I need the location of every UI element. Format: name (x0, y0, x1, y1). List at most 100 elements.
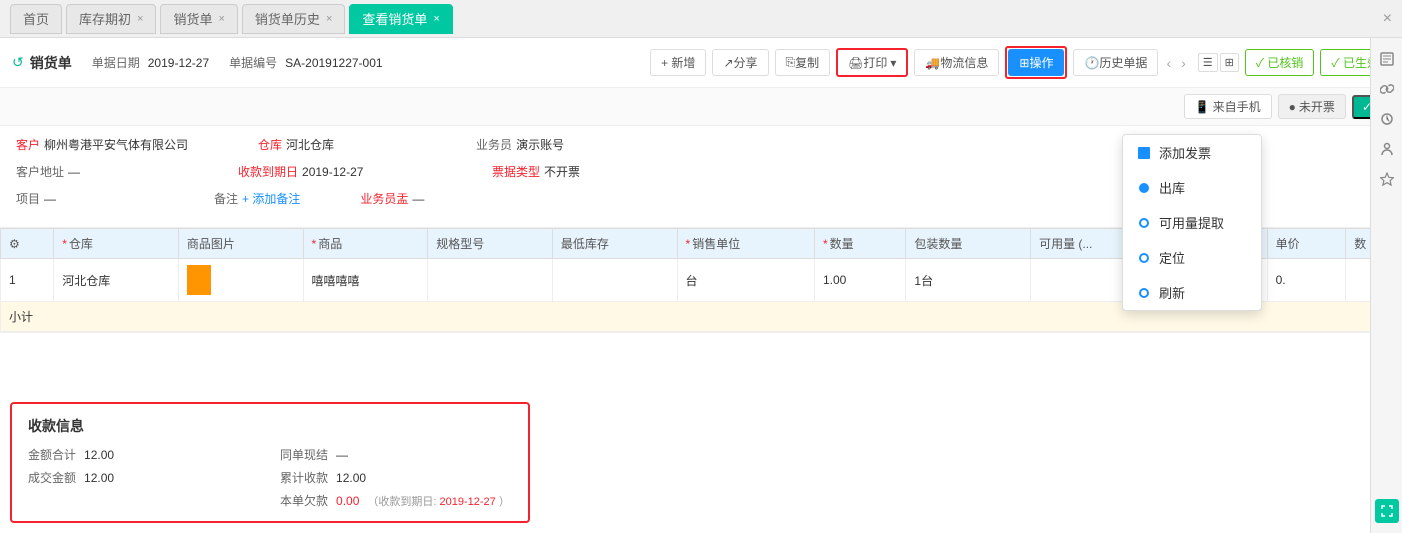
col-min-stock: 最低库存 (552, 229, 677, 259)
tab-sales-history[interactable]: 销货单历史 × (242, 4, 345, 34)
owe-label: 本单欠款 (280, 492, 328, 509)
row-pkg: 1台 (906, 259, 1031, 302)
tab-close-view-sales[interactable]: × (433, 13, 439, 25)
truck-icon: 🚚 (925, 56, 940, 70)
phone-button[interactable]: 📱 来自手机 (1184, 94, 1272, 119)
dropdown-outbound[interactable]: 出库 (1123, 170, 1261, 205)
sidebar-refresh-icon[interactable] (1376, 108, 1398, 130)
cumulative-value: 12.00 (336, 471, 366, 485)
payment-section: 收款信息 金额合计 12.00 同单现结 — 成交金额 12.00 累计收款 1… (10, 402, 530, 523)
prev-arrow[interactable]: ‹ (1166, 55, 1171, 71)
customer-label: 客户 (16, 136, 40, 153)
grid-view-icon[interactable]: ⊞ (1220, 53, 1239, 72)
check-effect-icon: ✓ (1331, 56, 1339, 70)
payment-grid: 金额合计 12.00 同单现结 — 成交金额 12.00 累计收款 12.00 … (28, 446, 512, 509)
deal-label: 成交金额 (28, 469, 76, 486)
cumulative-item: 累计收款 12.00 (280, 469, 512, 486)
staff-label: 业务员 (476, 136, 512, 153)
outbound-icon (1137, 181, 1151, 195)
warehouse-value: 河北仓库 (286, 136, 406, 153)
dropdown-available[interactable]: 可用量提取 (1123, 205, 1261, 240)
tab-sales[interactable]: 销货单 × (160, 4, 237, 34)
warehouse-label: 仓库 (258, 136, 282, 153)
new-button[interactable]: + 新增 (650, 49, 706, 76)
content-area: ↺ 销货单 单据日期 2019-12-27 单据编号 SA-20191227-0… (0, 38, 1402, 533)
refresh-icon (1137, 286, 1151, 300)
customer-value: 柳州粤港平安气体有限公司 (44, 136, 188, 153)
note-add-button[interactable]: + 添加备注 (242, 190, 300, 207)
owe-detail-item: 本单欠款 0.00 （收款到期日: 2019-12-27 ） (280, 492, 512, 509)
history-icon: 🕐 (1084, 56, 1099, 70)
project-label: 项目 (16, 190, 40, 207)
row-spec (428, 259, 553, 302)
copy-button[interactable]: ⎘ 复制 (775, 49, 831, 76)
col-spec: 规格型号 (428, 229, 553, 259)
add-invoice-icon (1137, 146, 1151, 160)
right-sidebar (1370, 38, 1402, 533)
cancel-button[interactable]: ✓ 已核销 (1245, 49, 1315, 76)
tab-bar: 首页 库存期初 × 销货单 × 销货单历史 × 查看销货单 × × (0, 0, 1402, 38)
deal-value: 12.00 (84, 471, 114, 485)
ticket-value: 不开票 (544, 163, 664, 180)
available-label: 可用量提取 (1159, 213, 1224, 232)
tab-home[interactable]: 首页 (10, 4, 62, 34)
sidebar-person-icon[interactable] (1376, 138, 1398, 160)
deal-item: 成交金额 12.00 (28, 469, 260, 486)
col-price: 单价 (1267, 229, 1346, 259)
owe-item (28, 492, 260, 509)
not-open-button[interactable]: ● 未开票 (1278, 94, 1346, 119)
history-button[interactable]: 🕐 历史单据 (1073, 49, 1158, 76)
staff-value: 演示账号 (516, 136, 636, 153)
operate-button[interactable]: ⊞ 操作 (1008, 49, 1064, 76)
dropdown-locate[interactable]: 定位 (1123, 240, 1261, 275)
tab-close-sales[interactable]: × (218, 13, 224, 25)
due-value: 2019-12-27 (302, 165, 422, 179)
share-icon: ↗ (723, 56, 733, 70)
dropdown-add-invoice[interactable]: 添加发票 (1123, 135, 1261, 170)
address-value: — (68, 165, 188, 179)
col-qty: *数量 (814, 229, 905, 259)
row-warehouse: 河北仓库 (54, 259, 179, 302)
sidebar-expand-icon[interactable] (1375, 499, 1399, 523)
tab-close-sales-history[interactable]: × (326, 13, 332, 25)
col-img: 商品图片 (178, 229, 303, 259)
phone-icon: 📱 (1195, 100, 1210, 114)
grid-icon: ⊞ (1019, 56, 1029, 70)
refresh-label: 刷新 (1159, 283, 1185, 302)
payment-title: 收款信息 (28, 416, 512, 436)
logistics-button[interactable]: 🚚 物流信息 (914, 49, 999, 76)
col-product: *商品 (303, 229, 428, 259)
owe-value: 0.00 (336, 494, 359, 508)
row-qty: 1.00 (814, 259, 905, 302)
row-unit: 台 (677, 259, 814, 302)
cumulative-label: 累计收款 (280, 469, 328, 486)
view-toggle: ☰ ⊞ (1198, 53, 1239, 72)
tab-view-sales[interactable]: 查看销货单 × (349, 4, 452, 34)
total-label: 金额合计 (28, 446, 76, 463)
due-label: 收款到期日 (238, 163, 298, 180)
col-warehouse: *仓库 (54, 229, 179, 259)
sidebar-link-icon[interactable] (1376, 78, 1398, 100)
outbound-label: 出库 (1159, 178, 1185, 197)
next-arrow[interactable]: › (1181, 55, 1186, 71)
col-settings[interactable]: ⚙ (1, 229, 54, 259)
sidebar-star-icon[interactable] (1376, 168, 1398, 190)
print-dropdown-arrow: ▾ (890, 56, 896, 70)
header-row: ↺ 销货单 单据日期 2019-12-27 单据编号 SA-20191227-0… (0, 38, 1402, 88)
locate-icon (1137, 251, 1151, 265)
same-order-label: 同单现结 (280, 446, 328, 463)
close-window[interactable]: × (1383, 10, 1392, 28)
row-price: 0. (1267, 259, 1346, 302)
print-button[interactable]: 🖨 打印 ▾ (836, 48, 908, 77)
date-value: 2019-12-27 (148, 56, 209, 70)
total-value: 12.00 (84, 448, 114, 462)
dropdown-refresh[interactable]: 刷新 (1123, 275, 1261, 310)
col-pkg: 包装数量 (906, 229, 1031, 259)
tab-close-inventory[interactable]: × (137, 13, 143, 25)
tab-inventory[interactable]: 库存期初 × (66, 4, 156, 34)
share-button[interactable]: ↗ 分享 (712, 49, 768, 76)
sidebar-edit-icon[interactable] (1376, 48, 1398, 70)
locate-label: 定位 (1159, 248, 1185, 267)
number-value: SA-20191227-001 (285, 56, 382, 70)
list-view-icon[interactable]: ☰ (1198, 53, 1218, 72)
